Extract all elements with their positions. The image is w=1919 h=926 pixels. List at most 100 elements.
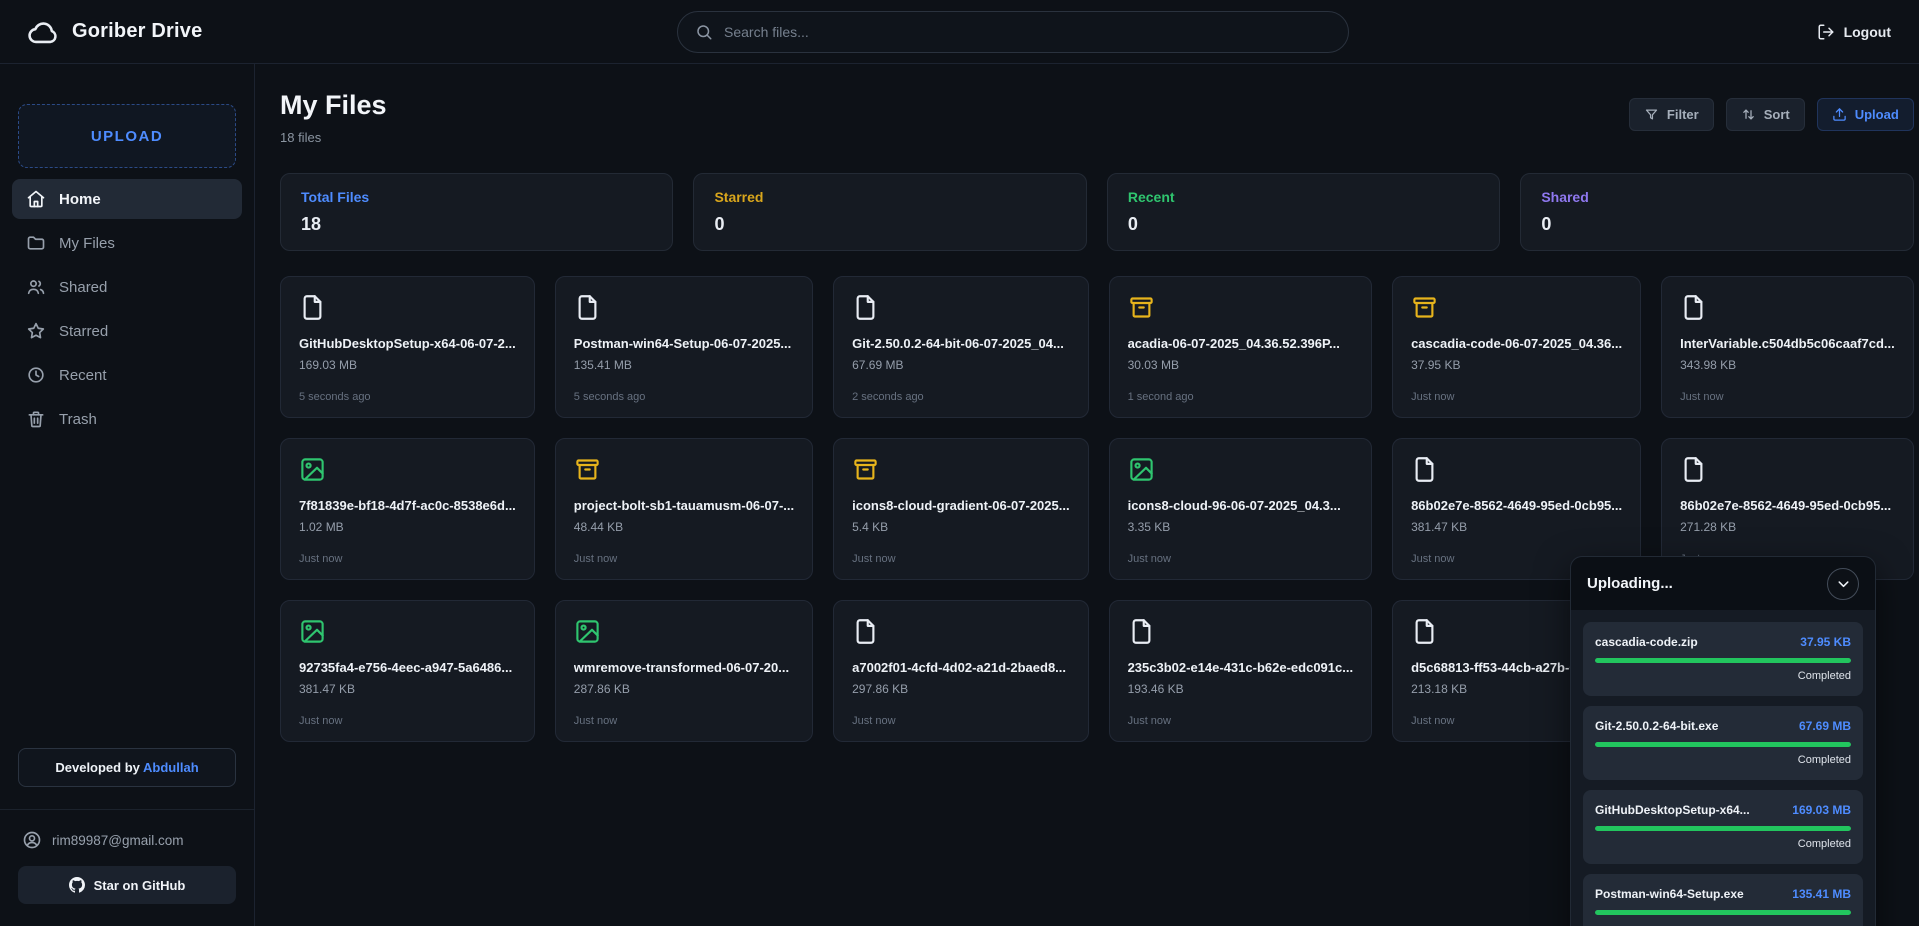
upload-item-name: GitHubDesktopSetup-x64... [1595, 803, 1750, 817]
file-card[interactable]: InterVariable.c504db5c06caaf7cd... 343.9… [1661, 276, 1914, 418]
file-name: 7f81839e-bf18-4d7f-ac0c-8538e6d... [299, 498, 516, 513]
archive-icon [574, 456, 601, 483]
star-on-github-button[interactable]: Star on GitHub [18, 866, 236, 904]
stat-card-shared: Shared 0 [1520, 173, 1914, 251]
file-card[interactable]: 235c3b02-e14e-431c-b62e-edc091c... 193.4… [1108, 600, 1373, 742]
upload-progress-bar [1595, 658, 1851, 663]
upload-panel-title: Uploading... [1587, 575, 1673, 592]
file-time: Just now [299, 553, 343, 565]
sidebar-item-my-files[interactable]: My Files [12, 223, 242, 263]
file-name: a7002f01-4cfd-4d02-a21d-2baed8... [852, 660, 1067, 675]
stats-row: Total Files 18 Starred 0 Recent 0 Shared… [280, 173, 1914, 251]
upload-item-status: Completed [1797, 754, 1851, 766]
file-card[interactable]: 92735fa4-e756-4eec-a947-5a6486... 381.47… [280, 600, 535, 742]
file-card[interactable]: icons8-cloud-gradient-06-07-2025... 5.4 … [833, 438, 1089, 580]
stat-card-total-files: Total Files 18 [280, 173, 674, 251]
file-name: 235c3b02-e14e-431c-b62e-edc091c... [1127, 660, 1354, 675]
upload-item-row: Postman-win64-Setup.exe 135.41 MB [1595, 887, 1851, 901]
stat-value: 0 [1541, 214, 1552, 234]
sidebar-item-home[interactable]: Home [12, 179, 242, 219]
filter-button[interactable]: Filter [1628, 98, 1714, 131]
upload-item-name: Postman-win64-Setup.exe [1595, 887, 1744, 901]
stat-value: 18 [301, 214, 322, 234]
chevron-down-icon [1835, 575, 1852, 592]
file-card[interactable]: GitHubDesktopSetup-x64-06-07-2... 169.03… [280, 276, 535, 418]
filter-icon [1644, 107, 1659, 122]
stat-card-recent: Recent 0 [1106, 173, 1501, 251]
sidebar-item-shared[interactable]: Shared [12, 267, 242, 307]
user-circle-icon [22, 830, 42, 850]
file-name: 86b02e7e-8562-4649-95ed-0cb95... [1411, 498, 1623, 513]
image-icon [299, 618, 326, 645]
page-title: My Files [280, 90, 387, 120]
github-label: Star on GitHub [93, 877, 186, 893]
file-icon [574, 294, 601, 321]
upload-progress-fill [1595, 742, 1851, 747]
sidebar-item-trash[interactable]: Trash [12, 399, 242, 439]
file-icon [1128, 618, 1155, 645]
sidebar-item-recent[interactable]: Recent [12, 355, 242, 395]
file-card[interactable]: Postman-win64-Setup-06-07-2025... 135.41… [554, 276, 814, 418]
file-name: 86b02e7e-8562-4649-95ed-0cb95... [1680, 498, 1892, 513]
sidebar-upload-button[interactable]: UPLOAD [18, 104, 236, 168]
file-name: Git-2.50.0.2-64-bit-06-07-2025_04... [852, 336, 1064, 351]
file-icon [852, 294, 879, 321]
upload-item-size: 37.95 KB [1800, 635, 1851, 649]
file-card[interactable]: wmremove-transformed-06-07-20... 287.86 … [554, 600, 814, 742]
upload-button[interactable]: Upload [1816, 98, 1914, 131]
sidebar-item-label: Trash [59, 410, 97, 428]
file-size: 48.44 KB [573, 520, 624, 534]
sort-icon [1741, 107, 1756, 122]
developed-by-name: Abdullah [143, 760, 199, 775]
sidebar-item-label: Shared [59, 278, 108, 296]
file-size: 381.47 KB [1411, 520, 1468, 534]
archive-icon [852, 456, 879, 483]
file-time: Just now [852, 715, 896, 727]
logout-button[interactable]: Logout [1817, 23, 1891, 41]
file-name: GitHubDesktopSetup-x64-06-07-2... [299, 336, 516, 351]
sort-button[interactable]: Sort [1725, 98, 1805, 131]
account-email-text: rim89987@gmail.com [52, 832, 184, 848]
sidebar: UPLOAD Home My Files Shared Starred Rece… [0, 64, 255, 926]
file-count: 18 files [280, 130, 322, 145]
upload-progress-bar [1595, 742, 1851, 747]
stat-label: Starred [714, 189, 764, 205]
upload-panel-header: Uploading... [1570, 556, 1876, 610]
file-time: 2 seconds ago [852, 391, 924, 403]
file-card[interactable]: acadia-06-07-2025_04.36.52.396P... 30.03… [1108, 276, 1373, 418]
file-name: icons8-cloud-96-06-07-2025_04.3... [1127, 498, 1341, 513]
archive-icon [1128, 294, 1155, 321]
collapse-panel-button[interactable] [1827, 567, 1859, 600]
file-icon [1680, 456, 1707, 483]
file-icon [1411, 456, 1438, 483]
upload-item-size: 169.03 MB [1792, 803, 1851, 817]
upload-progress-fill [1595, 910, 1851, 915]
upload-icon [1832, 107, 1847, 122]
file-card[interactable]: icons8-cloud-96-06-07-2025_04.3... 3.35 … [1108, 438, 1373, 580]
upload-item-row: GitHubDesktopSetup-x64... 169.03 MB [1595, 803, 1851, 817]
file-icon [299, 294, 326, 321]
file-name: Postman-win64-Setup-06-07-2025... [573, 336, 792, 351]
file-card[interactable]: Git-2.50.0.2-64-bit-06-07-2025_04... 67.… [833, 276, 1089, 418]
upload-item: GitHubDesktopSetup-x64... 169.03 MB Comp… [1583, 790, 1863, 864]
file-card[interactable]: project-bolt-sb1-tauamusm-06-07-... 48.4… [554, 438, 814, 580]
archive-icon [1411, 294, 1438, 321]
stat-label: Shared [1541, 189, 1589, 205]
stat-value: 0 [1127, 214, 1138, 234]
file-card[interactable]: a7002f01-4cfd-4d02-a21d-2baed8... 297.86… [833, 600, 1089, 742]
file-time: Just now [1127, 715, 1171, 727]
file-time: Just now [1127, 553, 1171, 565]
sidebar-item-starred[interactable]: Starred [12, 311, 242, 351]
file-time: 1 second ago [1127, 391, 1194, 403]
github-icon [68, 877, 85, 893]
folder-icon [26, 233, 46, 253]
file-card[interactable]: cascadia-code-06-07-2025_04.36... 37.95 … [1392, 276, 1642, 418]
file-time: Just now [573, 715, 618, 727]
file-size: 297.86 KB [852, 682, 909, 696]
search-input[interactable] [724, 24, 1331, 40]
upload-item: cascadia-code.zip 37.95 KB Completed [1583, 622, 1863, 696]
file-card[interactable]: 7f81839e-bf18-4d7f-ac0c-8538e6d... 1.02 … [280, 438, 535, 580]
upload-item-size: 67.69 MB [1798, 719, 1851, 733]
upload-item-status [1595, 922, 1851, 926]
sidebar-bottom: Developed by Abdullah rim89987@gmail.com… [0, 748, 254, 926]
